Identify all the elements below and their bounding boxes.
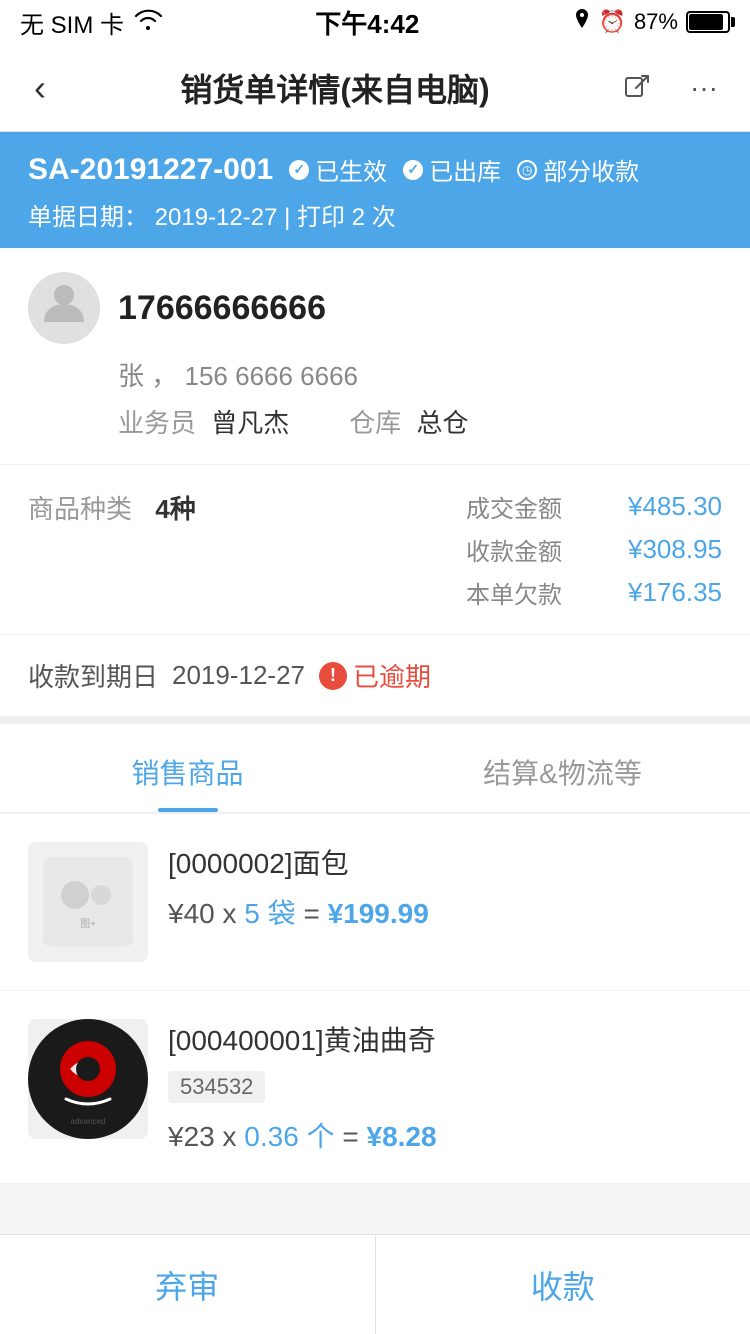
stats-section: 商品种类 4种 成交金额 ¥485.30 收款金额 ¥308.95 本单欠款 ¥… xyxy=(0,465,750,635)
salesperson-info: 业务员 曾凡杰 xyxy=(118,403,289,440)
product-price-cookie: ¥23 x 0.36 个 = ¥8.28 xyxy=(168,1115,722,1155)
wifi-icon xyxy=(134,8,162,37)
overdue-text: 已逾期 xyxy=(353,657,431,694)
stats-left: 商品种类 4种 xyxy=(28,489,196,526)
nav-actions: ··· xyxy=(614,60,726,115)
check-icon-2: ✓ xyxy=(403,160,423,180)
svg-text:图+: 图+ xyxy=(80,918,96,930)
product-name-bread: [0000002]面包 xyxy=(168,842,722,882)
customer-meta: 业务员 曾凡杰 仓库 总仓 xyxy=(118,403,722,440)
status-effective: ✓ 已生效 xyxy=(289,152,387,187)
more-icon[interactable]: ··· xyxy=(682,64,726,112)
nav-bar: ‹ 销货单详情(来自电脑) ··· xyxy=(0,44,750,132)
due-date-label: 收款到期日 xyxy=(28,657,158,694)
customer-account-id: 17666666666 xyxy=(118,289,326,328)
cancel-review-button[interactable]: 弃审 xyxy=(0,1235,376,1334)
tabs: 销售商品 结算&物流等 xyxy=(0,724,750,814)
product-thumb-bread: 图+ xyxy=(28,842,148,962)
bottom-bar: 弃审 收款 xyxy=(0,1234,750,1334)
order-id: SA-20191227-001 xyxy=(28,153,273,187)
product-name-cookie: [000400001]黄油曲奇 xyxy=(168,1019,722,1059)
status-left: 无 SIM 卡 xyxy=(20,5,162,40)
product-batch: 534532 xyxy=(168,1069,722,1115)
avatar-icon xyxy=(39,277,89,339)
warehouse-info: 仓库 总仓 xyxy=(349,403,468,440)
received-amount-row: 收款金额 ¥308.95 xyxy=(466,532,722,567)
product-price-bread: ¥40 x 5 袋 = ¥199.99 xyxy=(168,892,722,932)
location-icon xyxy=(573,8,591,36)
product-type-stat: 商品种类 4种 xyxy=(28,489,196,526)
order-date: 单据日期： 2019-12-27 | 打印 2 次 xyxy=(28,197,722,232)
customer-section: 17666666666 张 ， 156 6666 6666 业务员 曾凡杰 仓库… xyxy=(0,248,750,465)
product-info-bread: [0000002]面包 ¥40 x 5 袋 = ¥199.99 xyxy=(168,842,722,932)
status-bar: 无 SIM 卡 下午4:42 ⏰ 87% xyxy=(0,0,750,44)
status-right: ⏰ 87% xyxy=(573,8,730,36)
order-header: SA-20191227-001 ✓ 已生效 ✓ 已出库 ◷ 部分收款 单据日期：… xyxy=(0,132,750,248)
product-thumb-cookie: advanced xyxy=(28,1019,148,1139)
tab-sales-products[interactable]: 销售商品 xyxy=(0,724,375,812)
transaction-amount-row: 成交金额 ¥485.30 xyxy=(466,489,722,524)
due-date-value: 2019-12-27 xyxy=(172,660,305,691)
carrier-text: 无 SIM 卡 xyxy=(20,5,124,40)
overdue-badge: ! 已逾期 xyxy=(319,657,431,694)
collect-payment-button[interactable]: 收款 xyxy=(376,1235,750,1334)
due-date-section: 收款到期日 2019-12-27 ! 已逾期 xyxy=(0,635,750,724)
overdue-icon: ! xyxy=(319,662,347,690)
svg-text:advanced: advanced xyxy=(71,1117,106,1126)
tab-settlement-logistics[interactable]: 结算&物流等 xyxy=(375,724,750,812)
product-item: advanced [000400001]黄油曲奇 534532 ¥23 x 0.… xyxy=(0,991,750,1184)
status-time: 下午4:42 xyxy=(315,4,419,41)
stats-right: 成交金额 ¥485.30 收款金额 ¥308.95 本单欠款 ¥176.35 xyxy=(466,489,722,610)
share-icon[interactable] xyxy=(614,60,662,115)
product-item: 图+ [0000002]面包 ¥40 x 5 袋 = ¥199.99 xyxy=(0,814,750,991)
back-button[interactable]: ‹ xyxy=(24,57,56,119)
products-section: 图+ [0000002]面包 ¥40 x 5 袋 = ¥199.99 xyxy=(0,814,750,1184)
battery-percentage: 87% xyxy=(634,9,678,35)
debt-amount-row: 本单欠款 ¥176.35 xyxy=(466,575,722,610)
alarm-icon: ⏰ xyxy=(599,9,626,35)
status-partial-payment: ◷ 部分收款 xyxy=(517,152,639,187)
avatar xyxy=(28,272,100,344)
battery-icon xyxy=(686,11,730,33)
status-shipped: ✓ 已出库 xyxy=(403,152,501,187)
clock-icon: ◷ xyxy=(517,160,537,180)
check-icon-1: ✓ xyxy=(289,160,309,180)
page-title: 销货单详情(来自电脑) xyxy=(56,65,614,111)
customer-info: 张 ， 156 6666 6666 xyxy=(118,356,722,393)
product-info-cookie: [000400001]黄油曲奇 534532 ¥23 x 0.36 个 = ¥8… xyxy=(168,1019,722,1155)
